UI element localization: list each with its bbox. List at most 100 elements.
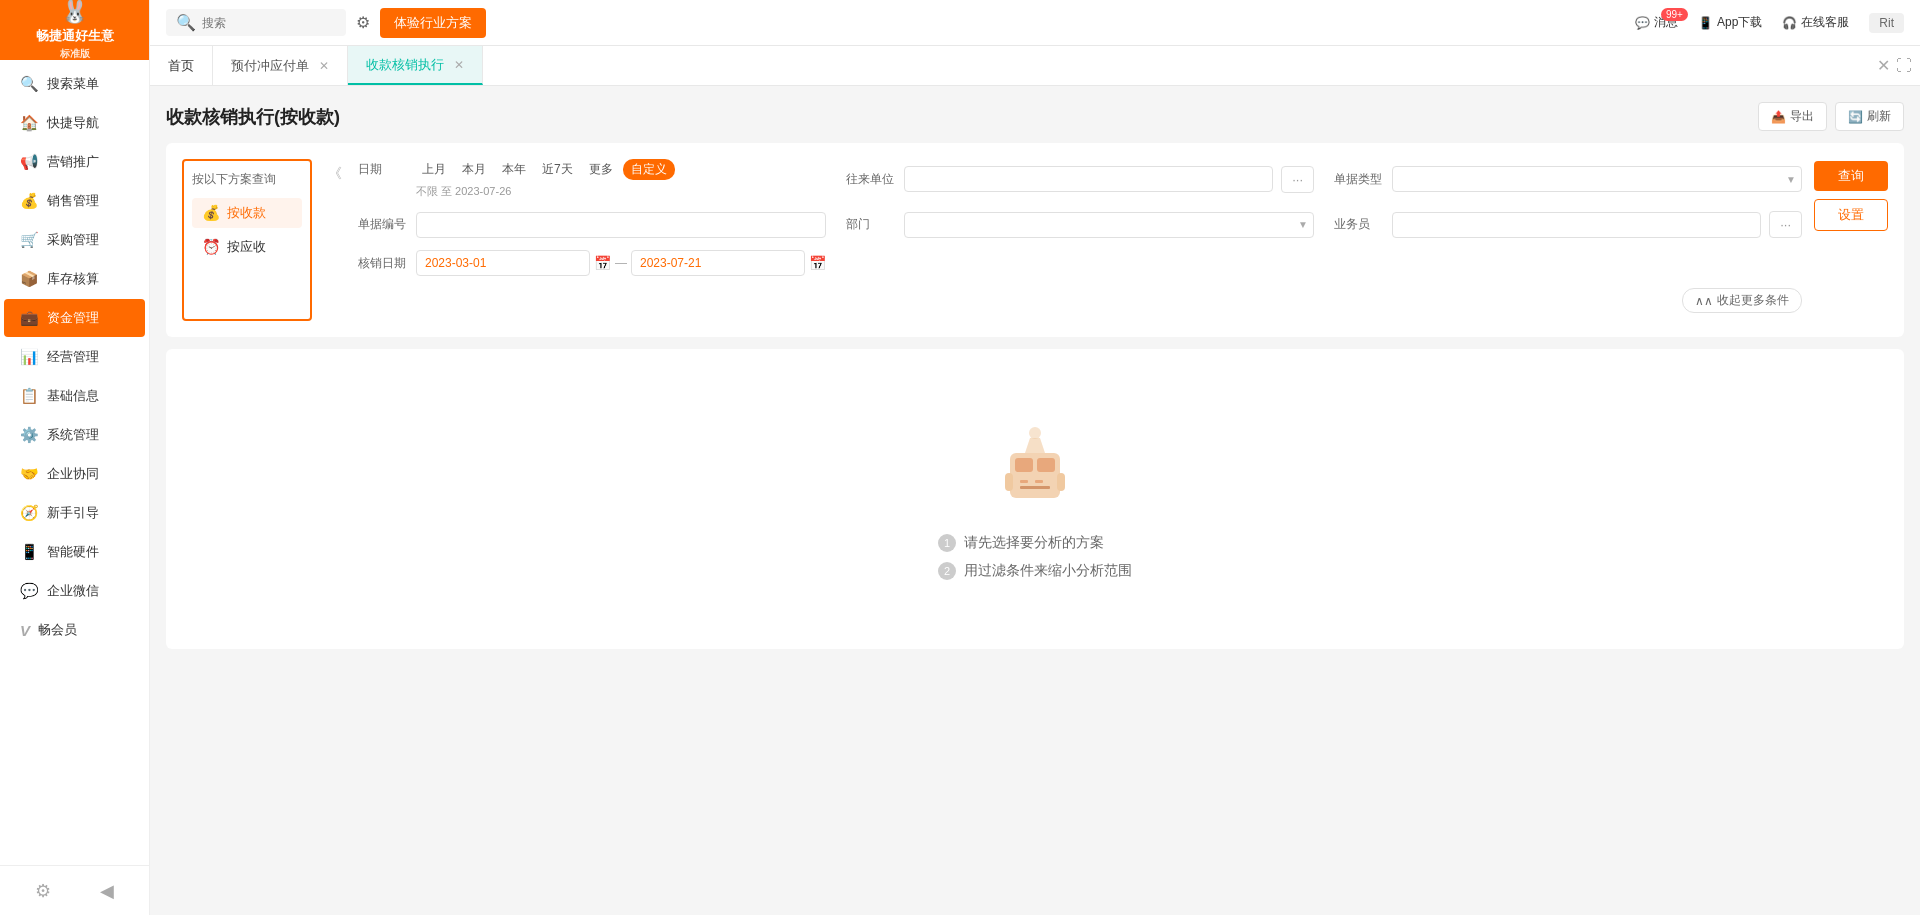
- filter-row-2: 单据编号 部门 ▼ 业务员 ·: [358, 211, 1802, 238]
- settings-bottom-icon[interactable]: ⚙: [35, 880, 51, 902]
- query-button[interactable]: 查询: [1814, 161, 1888, 191]
- collapse-sidebar-icon[interactable]: ◀: [100, 880, 114, 902]
- filter-option-by-receipt[interactable]: 💰 按收款: [192, 198, 302, 228]
- calendar-start-icon[interactable]: 📅: [594, 255, 611, 271]
- gear-icon[interactable]: ⚙: [356, 13, 370, 32]
- tab-prepay[interactable]: 预付冲应付单 ✕: [213, 46, 348, 85]
- sidebar-item-search[interactable]: 🔍 搜索菜单: [4, 65, 145, 103]
- sidebar-item-sales[interactable]: 💰 销售管理: [4, 182, 145, 220]
- online-service-button[interactable]: 🎧 在线客服: [1782, 14, 1849, 31]
- filter-option-receivable-label: 按应收: [227, 238, 266, 256]
- search-box[interactable]: 🔍: [166, 9, 346, 36]
- user-label: Rit: [1879, 16, 1894, 30]
- solution-button[interactable]: 体验行业方案: [380, 8, 486, 38]
- service-icon: 🎧: [1782, 16, 1797, 30]
- app-icon: 📱: [1698, 16, 1713, 30]
- sidebar-label-search: 搜索菜单: [47, 75, 99, 93]
- bill-type-select[interactable]: [1392, 166, 1802, 192]
- collapse-more-btn[interactable]: ∧∧ 收起更多条件: [1682, 288, 1802, 313]
- message-button[interactable]: 💬 消息 99+: [1635, 14, 1678, 31]
- app-download-button[interactable]: 📱 App下载: [1698, 14, 1762, 31]
- partner-label: 往来单位: [846, 171, 896, 188]
- topbar: 🔍 ⚙ 体验行业方案 💬 消息 99+ 📱 App下载 🎧 在线客服 Rit: [150, 0, 1920, 46]
- sidebar-item-finance[interactable]: 💼 资金管理: [4, 299, 145, 337]
- search-input[interactable]: [202, 16, 322, 30]
- sales-input[interactable]: [1392, 212, 1761, 238]
- sidebar-label-operations: 经营管理: [47, 348, 99, 366]
- filter-collapse-row: ∧∧ 收起更多条件: [358, 288, 1802, 313]
- partner-row: 往来单位 ···: [846, 166, 1314, 193]
- svg-point-9: [1029, 427, 1041, 439]
- operations-icon: 📊: [20, 348, 39, 366]
- svg-rect-6: [1005, 473, 1013, 491]
- sidebar-item-basic[interactable]: 📋 基础信息: [4, 377, 145, 415]
- sidebar-item-member[interactable]: V 畅会员: [4, 611, 145, 649]
- date-quick-custom[interactable]: 自定义: [623, 159, 675, 180]
- tab-prepay-close[interactable]: ✕: [319, 59, 329, 73]
- sidebar-item-marketing[interactable]: 📢 营销推广: [4, 143, 145, 181]
- sales-more-btn[interactable]: ···: [1769, 211, 1802, 238]
- tab-home[interactable]: 首页: [150, 46, 213, 85]
- sidebar-item-operations[interactable]: 📊 经营管理: [4, 338, 145, 376]
- chevron-up-icon: ∧∧: [1695, 294, 1713, 308]
- verify-date-start-input[interactable]: [416, 250, 590, 276]
- export-button[interactable]: 📤 导出: [1758, 102, 1827, 131]
- filter-form: 日期 上月 本月 本年 近7天 更多 自定义: [358, 159, 1802, 321]
- message-badge: 99+: [1661, 8, 1688, 21]
- sidebar-item-purchase[interactable]: 🛒 采购管理: [4, 221, 145, 259]
- sidebar-item-inventory[interactable]: 📦 库存核算: [4, 260, 145, 298]
- content-area: 收款核销执行(按收款) 📤 导出 🔄 刷新 按以下方案查询 💰 按收款: [150, 86, 1920, 915]
- dept-row: 部门 ▼: [846, 212, 1314, 238]
- app-label: App下载: [1717, 14, 1762, 31]
- sidebar-item-quicknav[interactable]: 🏠 快捷导航: [4, 104, 145, 142]
- sidebar-label-basic: 基础信息: [47, 387, 99, 405]
- bill-no-input[interactable]: [416, 212, 826, 238]
- sidebar-item-wechat[interactable]: 💬 企业微信: [4, 572, 145, 610]
- sidebar-item-hardware[interactable]: 📱 智能硬件: [4, 533, 145, 571]
- verify-date-end-input[interactable]: [631, 250, 805, 276]
- settings-button[interactable]: 设置: [1814, 199, 1888, 231]
- purchase-icon: 🛒: [20, 231, 39, 249]
- sidebar-item-guide[interactable]: 🧭 新手引导: [4, 494, 145, 532]
- date-quick-last-month[interactable]: 上月: [416, 159, 452, 180]
- sidebar-label-marketing: 营销推广: [47, 153, 99, 171]
- date-quick-7days[interactable]: 近7天: [536, 159, 579, 180]
- empty-tip-1: 1 请先选择要分析的方案: [938, 534, 1132, 552]
- bill-no-row: 单据编号: [358, 212, 826, 238]
- filter-option-by-receivable[interactable]: ⏰ 按应收: [192, 232, 302, 262]
- filter-collapse-side: 《: [324, 159, 346, 321]
- app-logo: 🐰 畅捷通好生意 标准版: [0, 0, 149, 60]
- filter-scheme-panel: 按以下方案查询 💰 按收款 ⏰ 按应收: [182, 159, 312, 321]
- filter-actions: 查询 设置: [1814, 159, 1888, 321]
- svg-rect-2: [1037, 458, 1055, 472]
- tab-receipt[interactable]: 收款核销执行 ✕: [348, 46, 483, 85]
- dept-label: 部门: [846, 216, 896, 233]
- empty-tips: 1 请先选择要分析的方案 2 用过滤条件来缩小分析范围: [938, 534, 1132, 580]
- bill-no-label: 单据编号: [358, 216, 408, 233]
- tab-receipt-close[interactable]: ✕: [454, 58, 464, 72]
- sidebar: 🐰 畅捷通好生意 标准版 🔍 搜索菜单 🏠 快捷导航 📢 营销推广 💰 销售管理…: [0, 0, 150, 915]
- expand-icon[interactable]: ⛶: [1896, 57, 1912, 75]
- date-quick-more[interactable]: 更多: [583, 159, 619, 180]
- tip-num-2: 2: [938, 562, 956, 580]
- close-tab-icon[interactable]: ✕: [1877, 56, 1890, 75]
- search-icon: 🔍: [20, 75, 39, 93]
- partner-more-btn[interactable]: ···: [1281, 166, 1314, 193]
- empty-state: 1 请先选择要分析的方案 2 用过滤条件来缩小分析范围: [166, 349, 1904, 649]
- export-label: 导出: [1790, 108, 1814, 125]
- sidebar-item-enterprise[interactable]: 🤝 企业协同: [4, 455, 145, 493]
- refresh-button[interactable]: 🔄 刷新: [1835, 102, 1904, 131]
- collapse-btn[interactable]: 《: [324, 161, 346, 187]
- tabbar-actions: ✕ ⛶: [1877, 46, 1920, 85]
- sidebar-item-system[interactable]: ⚙️ 系统管理: [4, 416, 145, 454]
- partner-input[interactable]: [904, 166, 1273, 192]
- sidebar-label-system: 系统管理: [47, 426, 99, 444]
- date-quick-this-year[interactable]: 本年: [496, 159, 532, 180]
- user-menu[interactable]: Rit: [1869, 13, 1904, 33]
- dept-select[interactable]: [904, 212, 1314, 238]
- bill-type-label: 单据类型: [1334, 171, 1384, 188]
- date-quick-this-month[interactable]: 本月: [456, 159, 492, 180]
- tab-prepay-label: 预付冲应付单: [231, 57, 309, 75]
- date-no-limit-row: 不限 至 2023-07-26: [358, 184, 826, 199]
- calendar-end-icon[interactable]: 📅: [809, 255, 826, 271]
